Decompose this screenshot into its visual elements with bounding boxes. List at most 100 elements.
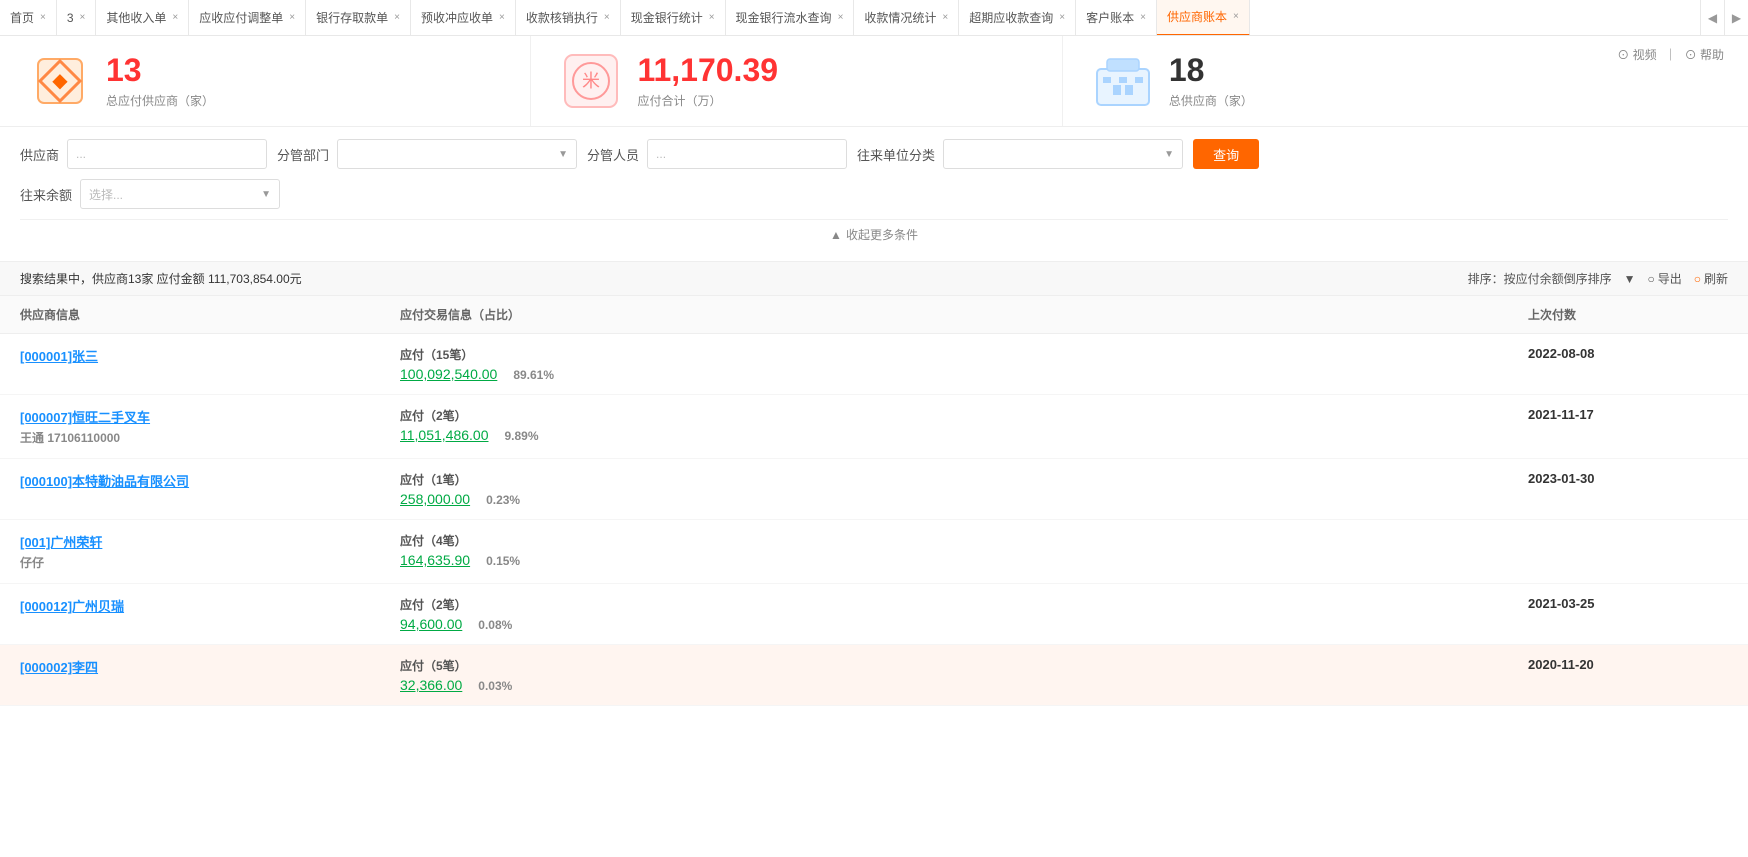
tx-label-1: 应付（2笔） bbox=[400, 407, 1528, 424]
nav-tab-other-income[interactable]: 其他收入单× bbox=[96, 0, 189, 36]
nav-tab-close-overdue-ar[interactable]: × bbox=[1059, 12, 1065, 23]
person-input[interactable]: ... bbox=[647, 139, 847, 169]
nav-tab-close-ar-ap-adjust[interactable]: × bbox=[289, 12, 295, 23]
tx-amount-5[interactable]: 32,366.00 bbox=[400, 677, 462, 693]
svg-text:米: 米 bbox=[582, 71, 600, 91]
refresh-button[interactable]: ○ 刷新 bbox=[1694, 270, 1728, 287]
nav-tab-overdue-ar[interactable]: 超期应收款查询× bbox=[959, 0, 1076, 36]
nav-tab-close-tab3[interactable]: × bbox=[80, 12, 86, 23]
nav-tab-home[interactable]: 首页× bbox=[0, 0, 57, 36]
header-supplier-info: 供应商信息 bbox=[20, 306, 400, 323]
supplier-cell-3: [001]广州荣轩 仔仔 bbox=[20, 532, 400, 571]
supplier-link-2[interactable]: [000100]本特勤油品有限公司 bbox=[20, 474, 189, 489]
table-row: [001]广州荣轩 仔仔 应付（4笔） 164,635.90 0.15% bbox=[0, 520, 1748, 584]
nav-tab-cash-stat[interactable]: 现金银行统计× bbox=[621, 0, 726, 36]
supplier-cell-0: [000001]张三 bbox=[20, 346, 400, 365]
main-table: 供应商信息 应付交易信息（占比） 上次付数 [000001]张三 应付（15笔）… bbox=[0, 296, 1748, 857]
stat-icon-payable-suppliers: ◆ bbox=[30, 51, 90, 111]
nav-tab-tab3[interactable]: 3× bbox=[57, 0, 97, 36]
tx-percent-1: 9.89% bbox=[505, 429, 539, 443]
category-select[interactable]: ▼ bbox=[943, 139, 1183, 169]
query-button[interactable]: 查询 bbox=[1193, 139, 1259, 169]
supplier-contact-3: 仔仔 bbox=[20, 554, 400, 571]
tx-row-1: 11,051,486.00 9.89% bbox=[400, 427, 1528, 443]
stat-block-total-suppliers: 18 总供应商（家） bbox=[1063, 36, 1593, 126]
nav-tab-close-cash-flow[interactable]: × bbox=[838, 12, 844, 23]
last-pay-date-1: 2021-11-17 bbox=[1528, 407, 1594, 422]
nav-tab-close-supplier-ledger[interactable]: × bbox=[1233, 11, 1239, 22]
nav-tab-close-payment-verify[interactable]: × bbox=[604, 12, 610, 23]
tx-label-0: 应付（15笔） bbox=[400, 346, 1528, 363]
supplier-link-4[interactable]: [000012]广州贝瑞 bbox=[20, 599, 124, 614]
balance-filter: 往来余额 选择... ▼ bbox=[20, 179, 280, 209]
stat-label-total-suppliers: 总供应商（家） bbox=[1169, 92, 1253, 109]
tx-amount-1[interactable]: 11,051,486.00 bbox=[400, 427, 489, 443]
balance-placeholder: 选择... bbox=[89, 186, 123, 203]
stat-label-payable-suppliers: 总应付供应商（家） bbox=[106, 92, 214, 109]
nav-tab-close-collection-stat[interactable]: × bbox=[942, 12, 948, 23]
nav-tab-payment-verify[interactable]: 收款核销执行× bbox=[516, 0, 621, 36]
table-row: [000001]张三 应付（15笔） 100,092,540.00 89.61%… bbox=[0, 334, 1748, 395]
header-transaction-info: 应付交易信息（占比） bbox=[400, 306, 1528, 323]
tx-row-4: 94,600.00 0.08% bbox=[400, 616, 1528, 632]
export-button[interactable]: ○ 导出 bbox=[1647, 270, 1681, 287]
tx-amount-3[interactable]: 164,635.90 bbox=[400, 552, 470, 568]
stat-info-payable-amount: 11,170.39 应付合计（万） bbox=[637, 53, 778, 109]
supplier-input[interactable]: ... bbox=[67, 139, 267, 169]
sort-dropdown-arrow[interactable]: ▼ bbox=[1624, 272, 1636, 286]
transaction-cell-3: 应付（4笔） 164,635.90 0.15% bbox=[400, 532, 1528, 568]
nav-tab-cash-flow[interactable]: 现金银行流水查询× bbox=[726, 0, 855, 36]
refresh-label: 刷新 bbox=[1704, 270, 1728, 287]
nav-tab-customer-ledger[interactable]: 客户账本× bbox=[1076, 0, 1157, 36]
table-body: [000001]张三 应付（15笔） 100,092,540.00 89.61%… bbox=[0, 334, 1748, 857]
nav-tab-close-bank-deposit[interactable]: × bbox=[394, 12, 400, 23]
dept-select[interactable]: ▼ bbox=[337, 139, 577, 169]
stat-block-payable-suppliers: ◆ 13 总应付供应商（家） bbox=[0, 36, 531, 126]
supplier-link-3[interactable]: [001]广州荣轩 bbox=[20, 535, 102, 550]
nav-tab-close-cash-stat[interactable]: × bbox=[709, 12, 715, 23]
nav-tab-ar-ap-adjust[interactable]: 应收应付调整单× bbox=[189, 0, 306, 36]
nav-tab-advance-ar[interactable]: 预收冲应收单× bbox=[411, 0, 516, 36]
supplier-cell-1: [000007]恒旺二手叉车 王通 17106110000 bbox=[20, 407, 400, 446]
nav-tab-close-home[interactable]: × bbox=[40, 12, 46, 23]
supplier-link-5[interactable]: [000002]李四 bbox=[20, 660, 98, 675]
last-pay-cell-5: 2020-11-20 bbox=[1528, 657, 1728, 672]
nav-arrow-left[interactable]: ◀ bbox=[1700, 0, 1724, 36]
tx-percent-5: 0.03% bbox=[478, 679, 512, 693]
nav-tab-bank-deposit[interactable]: 银行存取款单× bbox=[306, 0, 411, 36]
nav-tab-close-other-income[interactable]: × bbox=[172, 12, 178, 23]
tx-label-3: 应付（4笔） bbox=[400, 532, 1528, 549]
supplier-link-1[interactable]: [000007]恒旺二手叉车 bbox=[20, 410, 150, 425]
video-link[interactable]: ⊙ 视频 bbox=[1617, 46, 1656, 63]
nav-tab-collection-stat[interactable]: 收款情况统计× bbox=[854, 0, 959, 36]
balance-select[interactable]: 选择... ▼ bbox=[80, 179, 280, 209]
collapse-button[interactable]: ▲ 收起更多条件 bbox=[20, 219, 1728, 249]
category-dropdown-arrow: ▼ bbox=[1164, 149, 1174, 160]
tx-amount-0[interactable]: 100,092,540.00 bbox=[400, 366, 497, 382]
stat-icon-payable-amount: 米 bbox=[561, 51, 621, 111]
stat-number-payable-amount: 11,170.39 bbox=[637, 53, 778, 88]
category-label: 往来单位分类 bbox=[857, 145, 935, 164]
tx-row-2: 258,000.00 0.23% bbox=[400, 491, 1528, 507]
stat-number-total-suppliers: 18 bbox=[1169, 53, 1253, 88]
supplier-link-0[interactable]: [000001]张三 bbox=[20, 349, 98, 364]
nav-tab-supplier-ledger[interactable]: 供应商账本× bbox=[1157, 0, 1250, 36]
nav-tab-close-advance-ar[interactable]: × bbox=[499, 12, 505, 23]
help-link[interactable]: ⊙ 帮助 bbox=[1685, 46, 1724, 63]
stat-info-payable-suppliers: 13 总应付供应商（家） bbox=[106, 53, 214, 109]
last-pay-cell-4: 2021-03-25 bbox=[1528, 596, 1728, 611]
stat-label-payable-amount: 应付合计（万） bbox=[637, 92, 778, 109]
svg-text:◆: ◆ bbox=[52, 70, 68, 92]
table-row: [000012]广州贝瑞 应付（2笔） 94,600.00 0.08% 2021… bbox=[0, 584, 1748, 645]
sort-label: 排序：按应付余额倒序排序 bbox=[1468, 270, 1612, 287]
result-bar: 搜索结果中，供应商13家 应付金额 111,703,854.00元 排序：按应付… bbox=[0, 262, 1748, 296]
tx-row-3: 164,635.90 0.15% bbox=[400, 552, 1528, 568]
nav-arrow-right[interactable]: ▶ bbox=[1724, 0, 1748, 36]
tx-amount-2[interactable]: 258,000.00 bbox=[400, 491, 470, 507]
transaction-cell-2: 应付（1笔） 258,000.00 0.23% bbox=[400, 471, 1528, 507]
tx-amount-4[interactable]: 94,600.00 bbox=[400, 616, 462, 632]
nav-tab-close-customer-ledger[interactable]: × bbox=[1140, 12, 1146, 23]
last-pay-date-5: 2020-11-20 bbox=[1528, 657, 1594, 672]
dept-label: 分管部门 bbox=[277, 145, 329, 164]
table-row: [000002]李四 应付（5笔） 32,366.00 0.03% 2020-1… bbox=[0, 645, 1748, 706]
